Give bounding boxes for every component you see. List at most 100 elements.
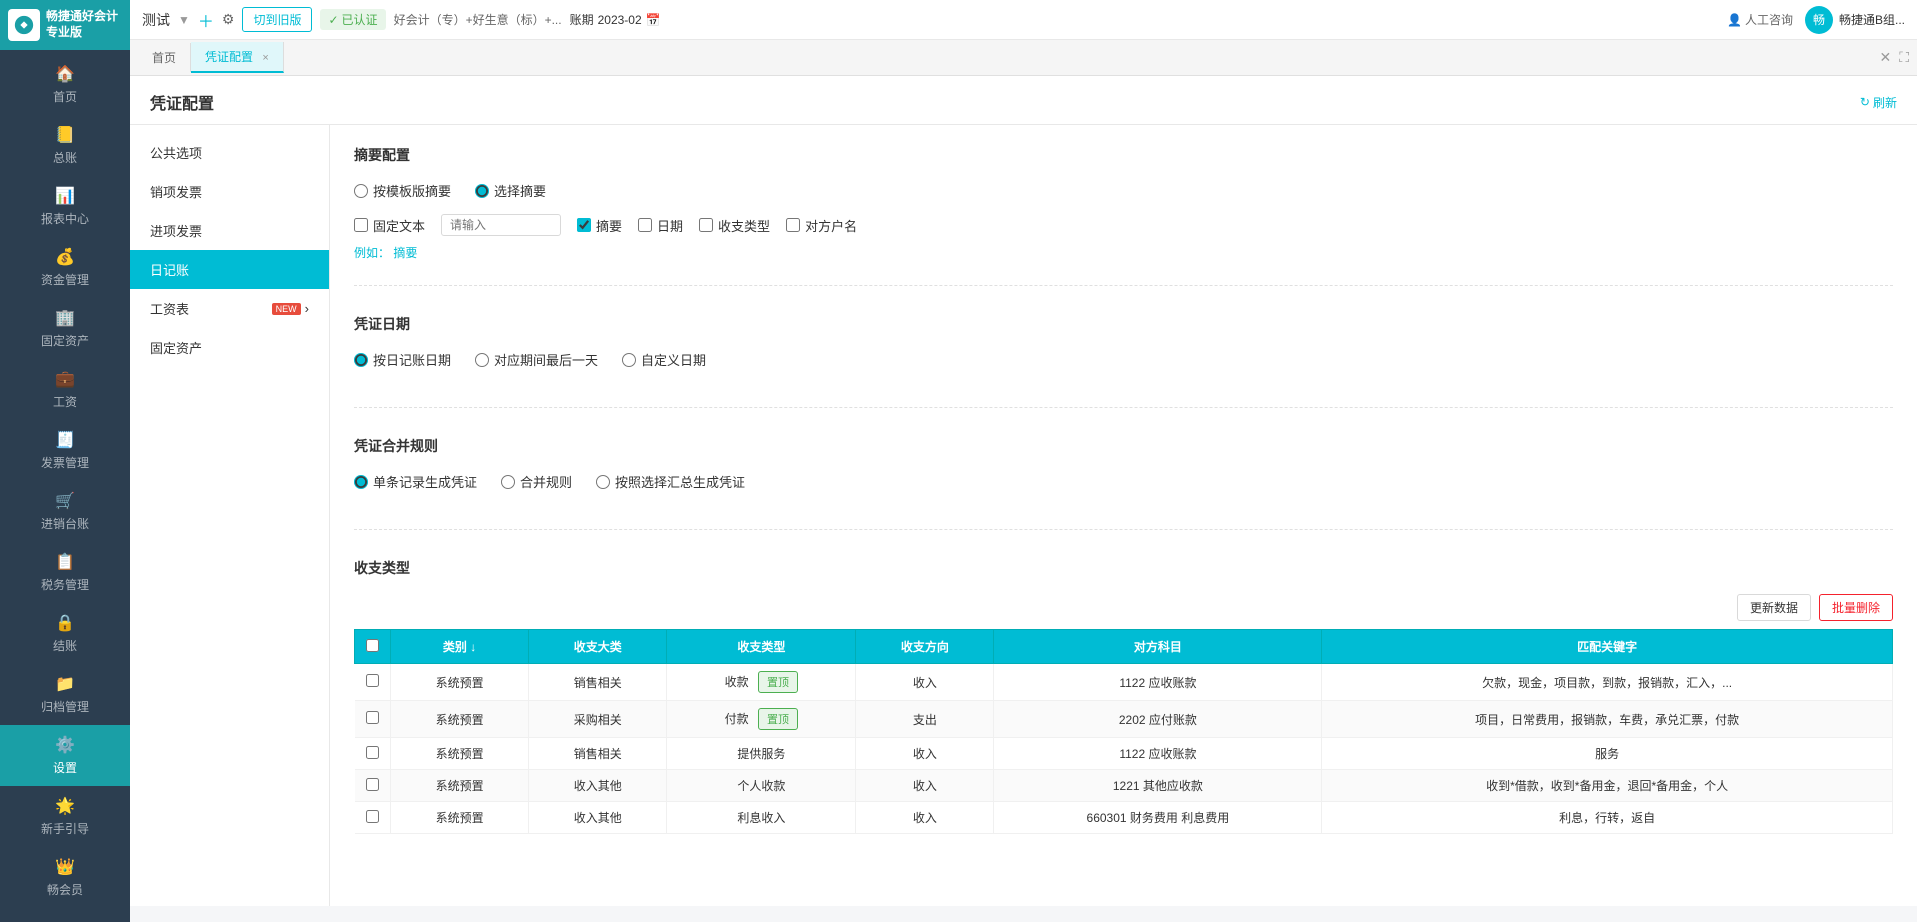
checkbox-fixed-text-input[interactable] xyxy=(354,218,368,232)
logo-icon xyxy=(8,9,40,41)
help-icon: 👤 xyxy=(1727,13,1742,27)
left-menu: 公共选项 销项发票 进项发票 日记账 工资表 NEW › xyxy=(130,125,330,906)
checkbox-summary[interactable]: 摘要 xyxy=(577,216,622,235)
sidebar-item-invoice[interactable]: 🧾 发票管理 xyxy=(0,420,130,481)
calendar-icon[interactable]: 📅 xyxy=(646,13,661,27)
radio-journal-date[interactable]: 按日记账日期 xyxy=(354,350,451,369)
radio-single-input[interactable] xyxy=(354,475,368,489)
radio-select[interactable]: 选择摘要 xyxy=(475,181,546,200)
sidebar-item-finance[interactable]: 💰 资金管理 xyxy=(0,237,130,298)
sidebar-item-guide[interactable]: 🌟 新手引导 xyxy=(0,786,130,847)
topbar-settings-icon[interactable]: ⚙ xyxy=(222,11,235,28)
radio-merge-label: 合并规则 xyxy=(520,472,572,491)
left-menu-sales-invoice[interactable]: 销项发票 xyxy=(130,172,329,211)
example-value: 摘要 xyxy=(393,246,417,260)
dropdown-arrow-icon[interactable]: ▼ xyxy=(178,13,190,27)
help-text: 人工咨询 xyxy=(1745,11,1793,28)
tab-close-button[interactable]: ✕ xyxy=(1879,49,1891,66)
checkbox-type-input[interactable] xyxy=(699,218,713,232)
sidebar-item-tax[interactable]: 📋 税务管理 xyxy=(0,542,130,603)
sidebar-item-archive[interactable]: 📁 归档管理 xyxy=(0,664,130,725)
radio-merge[interactable]: 合并规则 xyxy=(501,472,572,491)
avatar: 畅 xyxy=(1805,6,1833,34)
top-tag-button[interactable]: 置顶 xyxy=(758,708,798,730)
row-checkbox[interactable] xyxy=(366,810,379,823)
checkbox-counterparty-input[interactable] xyxy=(786,218,800,232)
radio-select-input[interactable] xyxy=(475,184,489,198)
select-all-checkbox[interactable] xyxy=(366,639,379,652)
left-menu-purchase-invoice[interactable]: 进项发票 xyxy=(130,211,329,250)
radio-select-total[interactable]: 按照选择汇总生成凭证 xyxy=(596,472,745,491)
merge-section-title: 凭证合并规则 xyxy=(354,436,1893,456)
checkbox-summary-input[interactable] xyxy=(577,218,591,232)
radio-template-input[interactable] xyxy=(354,184,368,198)
radio-single[interactable]: 单条记录生成凭证 xyxy=(354,472,477,491)
radio-template[interactable]: 按模板版摘要 xyxy=(354,181,451,200)
radio-journal-date-input[interactable] xyxy=(354,353,368,367)
radio-single-label: 单条记录生成凭证 xyxy=(373,472,477,491)
table-row: 系统预置 采购相关 付款 置顶 支出 2202 应付账款 项目，日常费用，报销款… xyxy=(355,701,1893,738)
sidebar-item-home[interactable]: 🏠 首页 xyxy=(0,54,130,115)
summary-radio-group: 按模板版摘要 选择摘要 xyxy=(354,181,1893,200)
sidebar-item-salary[interactable]: 💼 工资 xyxy=(0,359,130,420)
tab-voucher-config[interactable]: 凭证配置 × xyxy=(191,42,284,73)
td-direction: 收入 xyxy=(856,664,994,701)
td-category: 系统预置 xyxy=(391,664,529,701)
sidebar-item-purchase[interactable]: 🛒 进销台账 xyxy=(0,481,130,542)
left-menu-fixed-assets[interactable]: 固定资产 xyxy=(130,328,329,367)
sidebar-item-ledger[interactable]: 📒 总账 xyxy=(0,115,130,176)
row-checkbox[interactable] xyxy=(366,746,379,759)
tab-expand-button[interactable]: ⛶ xyxy=(1899,49,1909,66)
refresh-button[interactable]: ↻ 刷新 xyxy=(1860,94,1897,111)
radio-template-label: 按模板版摘要 xyxy=(373,181,451,200)
row-checkbox[interactable] xyxy=(366,674,379,687)
batch-delete-button[interactable]: 批量删除 xyxy=(1819,594,1893,621)
th-account: 对方科目 xyxy=(994,630,1322,664)
checkbox-counterparty[interactable]: 对方户名 xyxy=(786,216,857,235)
top-tag-button[interactable]: 置顶 xyxy=(758,671,798,693)
radio-period-last[interactable]: 对应期间最后一天 xyxy=(475,350,598,369)
tab-close-icon[interactable]: × xyxy=(262,52,268,64)
sidebar-item-settings[interactable]: ⚙️ 设置 xyxy=(0,725,130,786)
checkbox-date[interactable]: 日期 xyxy=(638,216,683,235)
row-checkbox[interactable] xyxy=(366,711,379,724)
help-button[interactable]: 👤 人工咨询 xyxy=(1727,11,1793,28)
left-menu-payroll-label: 工资表 xyxy=(150,299,189,318)
switch-version-button[interactable]: 切到旧版 xyxy=(242,7,312,32)
checkbox-date-input[interactable] xyxy=(638,218,652,232)
td-account: 660301 财务费用 利息费用 xyxy=(994,802,1322,834)
td-category: 系统预置 xyxy=(391,802,529,834)
td-category: 系统预置 xyxy=(391,701,529,738)
radio-select-total-input[interactable] xyxy=(596,475,610,489)
radio-period-last-input[interactable] xyxy=(475,353,489,367)
radio-merge-input[interactable] xyxy=(501,475,515,489)
sidebar-item-close[interactable]: 🔒 结账 xyxy=(0,603,130,664)
sidebar-item-label: 发票管理 xyxy=(41,454,89,471)
checkbox-fixed-text[interactable]: 固定文本 xyxy=(354,216,425,235)
left-menu-public[interactable]: 公共选项 xyxy=(130,133,329,172)
left-menu-payroll[interactable]: 工资表 NEW › xyxy=(130,289,329,328)
radio-custom-date-input[interactable] xyxy=(622,353,636,367)
update-data-button[interactable]: 更新数据 xyxy=(1737,594,1811,621)
fixed-text-input[interactable] xyxy=(441,214,561,236)
new-badge: NEW xyxy=(272,303,301,315)
topbar-right: 👤 人工咨询 畅 畅捷通B组... xyxy=(1727,6,1905,34)
td-checkbox xyxy=(355,738,391,770)
tab-home[interactable]: 首页 xyxy=(138,43,191,72)
radio-custom-date[interactable]: 自定义日期 xyxy=(622,350,706,369)
check-icon: ✓ xyxy=(328,13,338,27)
left-menu-journal[interactable]: 日记账 xyxy=(130,250,329,289)
sidebar-item-reports[interactable]: 📊 报表中心 xyxy=(0,176,130,237)
ledger-icon: 📒 xyxy=(55,125,75,145)
td-direction: 收入 xyxy=(856,802,994,834)
logo-text-line1: 畅捷通好会计 xyxy=(46,9,118,25)
date-radio-group: 按日记账日期 对应期间最后一天 自定义日期 xyxy=(354,350,1893,369)
guide-icon: 🌟 xyxy=(55,796,75,816)
sidebar-item-member[interactable]: 👑 畅会员 xyxy=(0,847,130,908)
sidebar-item-fixed-assets[interactable]: 🏢 固定资产 xyxy=(0,298,130,359)
td-keywords: 收到*借款，收到*备用金，退回*备用金，个人 xyxy=(1322,770,1893,802)
add-icon[interactable]: ＋ xyxy=(198,8,214,32)
checkbox-type[interactable]: 收支类型 xyxy=(699,216,770,235)
th-direction: 收支方向 xyxy=(856,630,994,664)
row-checkbox[interactable] xyxy=(366,778,379,791)
